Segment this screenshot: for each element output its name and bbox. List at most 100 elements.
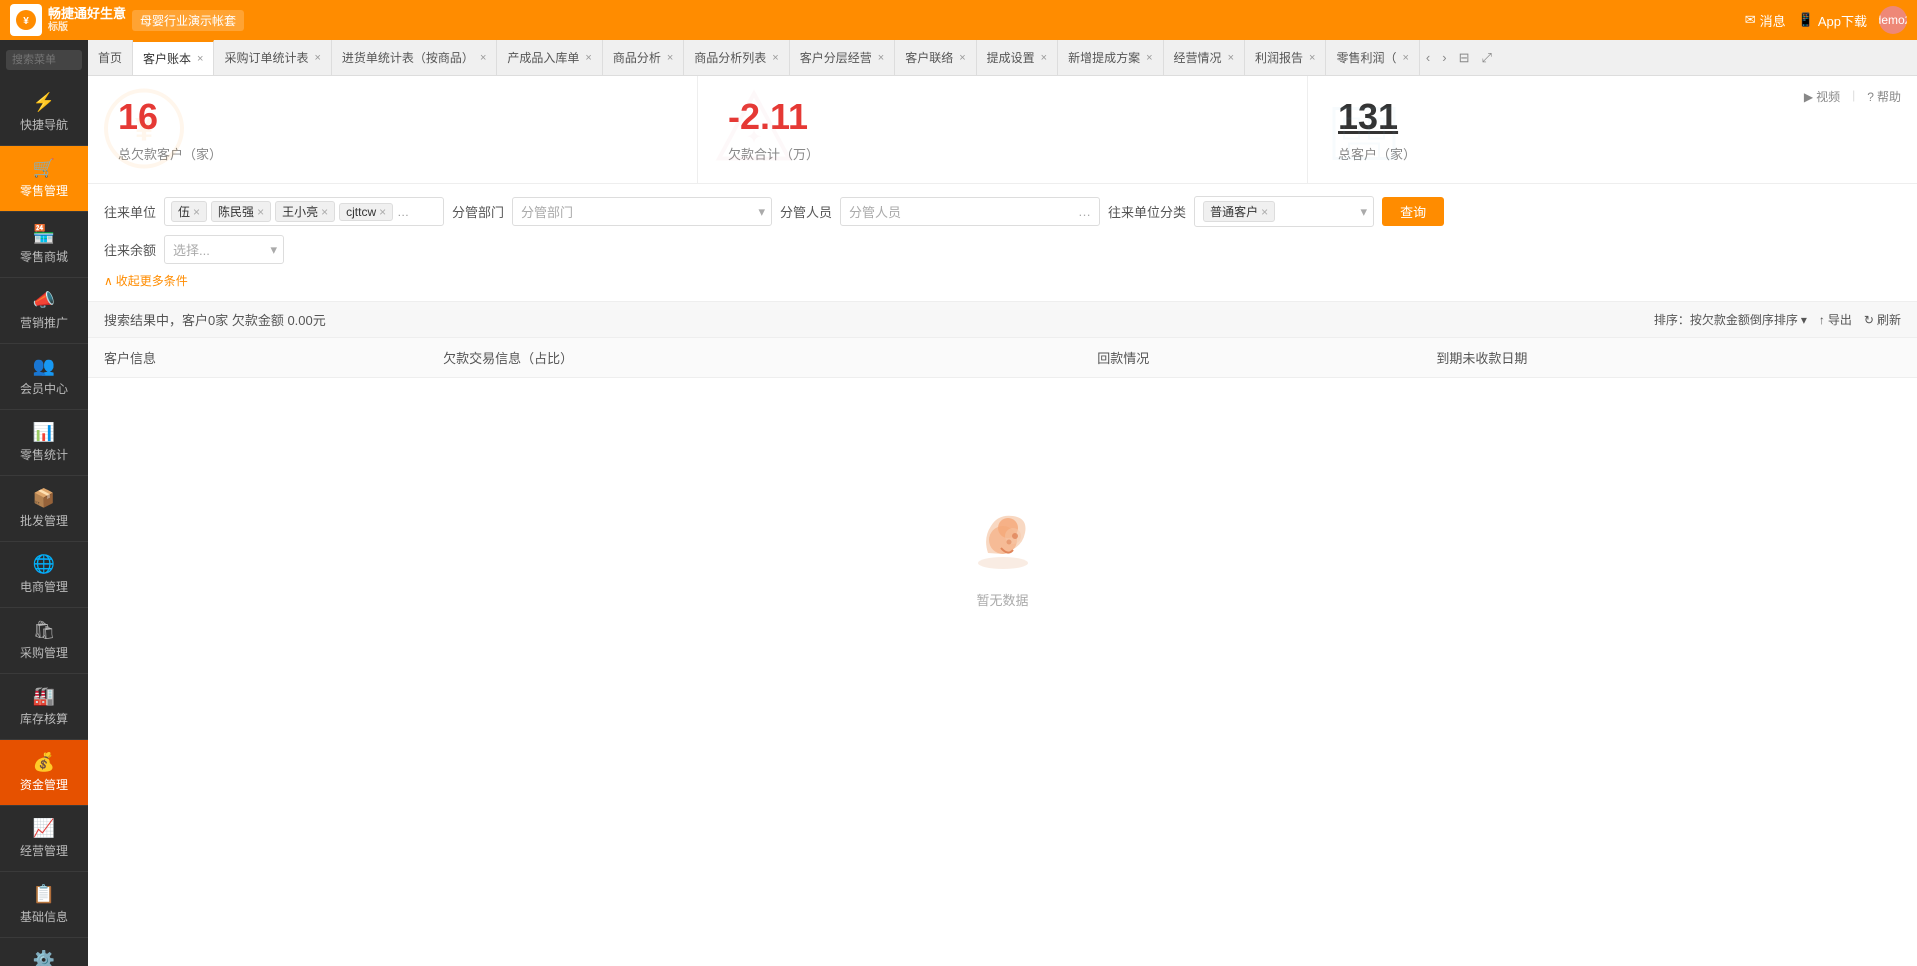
remove-category-tag[interactable]: × (1261, 205, 1268, 219)
tag-cjttcw[interactable]: cjttcw × (339, 203, 393, 221)
tab-profit-report[interactable]: 利润报告 × (1245, 40, 1326, 76)
sidebar-item-inventory[interactable]: 🏭 库存核算 (0, 674, 88, 740)
tab-purchase-order[interactable]: 采购订单统计表 × (214, 40, 331, 76)
sidebar-item-batch-mgmt[interactable]: 📦 批发管理 (0, 476, 88, 542)
tab-nav-right[interactable]: › (1436, 50, 1452, 65)
account-dropdown[interactable]: 母婴行业演示帐套 (132, 10, 244, 31)
app-icon: 📱 (1798, 12, 1814, 28)
tab-biz-situation[interactable]: 经营情况 × (1164, 40, 1245, 76)
tab-nav-expand[interactable]: ⤢ (1476, 50, 1498, 66)
close-tab-purchase-order[interactable]: × (314, 52, 320, 64)
close-tab-new-commission[interactable]: × (1146, 52, 1152, 64)
tag-wang[interactable]: 王小亮 × (275, 201, 335, 222)
close-tab-goods-analysis[interactable]: × (667, 52, 673, 64)
person-input[interactable]: 分管人员 … (840, 197, 1100, 226)
sidebar-item-ecomm[interactable]: 🌐 电商管理 (0, 542, 88, 608)
unit-tag-input[interactable]: 伍 × 陈民强 × 王小亮 × (164, 197, 444, 226)
collapse-btn[interactable]: ∧ 收起更多条件 (104, 272, 1901, 289)
tab-goods-analysis[interactable]: 商品分析 × (603, 40, 684, 76)
sidebar-item-member[interactable]: 👥 会员中心 (0, 344, 88, 410)
tab-commission-setting[interactable]: 提成设置 × (977, 40, 1058, 76)
close-tab-retail-profit[interactable]: × (1402, 52, 1408, 64)
help-icon: ? (1867, 90, 1874, 104)
tab-nav-more[interactable]: ⊟ (1453, 50, 1476, 66)
tag-chen[interactable]: 陈民强 × (211, 201, 271, 222)
sort-select[interactable]: 排序：按欠款金额倒序排序 ▾ (1654, 311, 1807, 328)
sidebar-item-quick-nav[interactable]: ⚡ 快捷导航 (0, 80, 88, 146)
data-table-wrapper: 客户信息 欠款交易信息（占比） 回款情况 到期未收款日期 (88, 338, 1917, 729)
video-btn[interactable]: ▶ 视频 (1804, 88, 1840, 105)
empty-text: 暂无数据 (976, 590, 1028, 609)
sidebar-item-ops[interactable]: 📈 经营管理 (0, 806, 88, 872)
tab-stock-stats[interactable]: 进货单统计表（按商品） × (332, 40, 497, 76)
empty-state: 暂无数据 (88, 438, 1917, 669)
data-table: 客户信息 欠款交易信息（占比） 回款情况 到期未收款日期 (88, 338, 1917, 729)
category-arrow-icon: ▾ (1361, 204, 1368, 220)
remove-tag-wang[interactable]: × (321, 205, 328, 219)
sidebar-item-finance[interactable]: 💰 资金管理 (0, 740, 88, 806)
category-select[interactable]: 普通客户 × ▾ (1194, 196, 1374, 227)
sidebar-item-retail-mgmt[interactable]: 🛒 零售管理 (0, 146, 88, 212)
dept-arrow-icon: ▾ (759, 204, 766, 220)
tab-nav-left[interactable]: ‹ (1420, 50, 1436, 65)
avatar[interactable]: demo2 (1879, 6, 1907, 34)
tab-customer-contact[interactable]: 客户联络 × (895, 40, 976, 76)
filter-row-1: 往来单位 伍 × 陈民强 × 王小亮 (104, 196, 1901, 227)
sidebar-item-purchase[interactable]: 🛍 采购管理 (0, 608, 88, 674)
more-tags-btn[interactable]: … (397, 205, 409, 219)
close-tab-goods-analysis-list[interactable]: × (772, 52, 778, 64)
help-btn[interactable]: ? 帮助 (1867, 88, 1901, 105)
sidebar-item-retail-stats[interactable]: 📊 零售统计 (0, 410, 88, 476)
finance-icon: 💰 (0, 752, 88, 773)
remainder-select[interactable]: 选择... ▾ (164, 235, 284, 264)
tab-customer-ledger[interactable]: 客户账本 × (133, 40, 214, 76)
sort-arrow-icon: ▾ (1801, 313, 1807, 327)
tag-wu[interactable]: 伍 × (171, 201, 207, 222)
quick-nav-icon: ⚡ (0, 92, 88, 113)
sidebar-item-marketing[interactable]: 📣 营销推广 (0, 278, 88, 344)
sidebar-search-area[interactable] (0, 40, 88, 80)
search-input[interactable] (6, 50, 82, 70)
query-btn[interactable]: 查询 (1382, 197, 1444, 226)
refresh-btn[interactable]: ↻ 刷新 (1864, 311, 1901, 328)
close-tab-biz-situation[interactable]: × (1228, 52, 1234, 64)
category-tag-normal[interactable]: 普通客户 × (1203, 201, 1275, 222)
export-btn[interactable]: ↑ 导出 (1819, 311, 1852, 328)
svg-text:✦: ✦ (746, 126, 763, 148)
stat-card-debtors: ¥ 16 总欠款客户（家） (88, 76, 698, 183)
person-label: 分管人员 (780, 202, 832, 221)
sidebar-item-sys[interactable]: ⚙️ 系统管理 (0, 938, 88, 966)
purchase-icon: 🛍 (0, 620, 88, 641)
sidebar-item-retail-mall[interactable]: 🏪 零售商城 (0, 212, 88, 278)
tab-inbound[interactable]: 产成品入库单 × (497, 40, 602, 76)
tab-goods-analysis-list[interactable]: 商品分析列表 × (684, 40, 789, 76)
ops-icon: 📈 (0, 818, 88, 839)
sidebar-item-basic[interactable]: 📋 基础信息 (0, 872, 88, 938)
member-icon: 👥 (0, 356, 88, 377)
message-btn[interactable]: ✉ 消息 (1745, 11, 1786, 30)
svg-text:¥: ¥ (135, 111, 153, 147)
ecomm-icon: 🌐 (0, 554, 88, 575)
close-tab-customer-ledger[interactable]: × (197, 53, 203, 65)
tab-retail-profit[interactable]: 零售利润（ × (1326, 40, 1419, 76)
close-tab-commission-setting[interactable]: × (1041, 52, 1047, 64)
page-content: ▶ 视频 | ? 帮助 ¥ (88, 76, 1917, 966)
close-tab-inbound[interactable]: × (585, 52, 591, 64)
remove-tag-chen[interactable]: × (257, 205, 264, 219)
stat-card-total-debt: ✦ -2.11 欠款合计（万） (698, 76, 1308, 183)
tab-customer-tier[interactable]: 客户分层经营 × (790, 40, 895, 76)
dept-select[interactable]: 分管部门 ▾ (512, 197, 772, 226)
play-icon: ▶ (1804, 90, 1813, 104)
remove-tag-wu[interactable]: × (193, 205, 200, 219)
app-download-btn[interactable]: 📱 App下载 (1798, 11, 1867, 30)
close-tab-stock-stats[interactable]: × (480, 52, 486, 64)
top-right-area: ✉ 消息 📱 App下载 demo2 (1745, 6, 1907, 34)
tab-new-commission[interactable]: 新增提成方案 × (1058, 40, 1163, 76)
close-tab-customer-tier[interactable]: × (878, 52, 884, 64)
remove-tag-cjttcw[interactable]: × (379, 205, 386, 219)
tab-home[interactable]: 首页 (88, 40, 133, 76)
filter-row-2: 往来余额 选择... ▾ (104, 235, 1901, 264)
close-tab-profit-report[interactable]: × (1309, 52, 1315, 64)
person-dots-icon: … (1078, 204, 1091, 219)
close-tab-customer-contact[interactable]: × (959, 52, 965, 64)
